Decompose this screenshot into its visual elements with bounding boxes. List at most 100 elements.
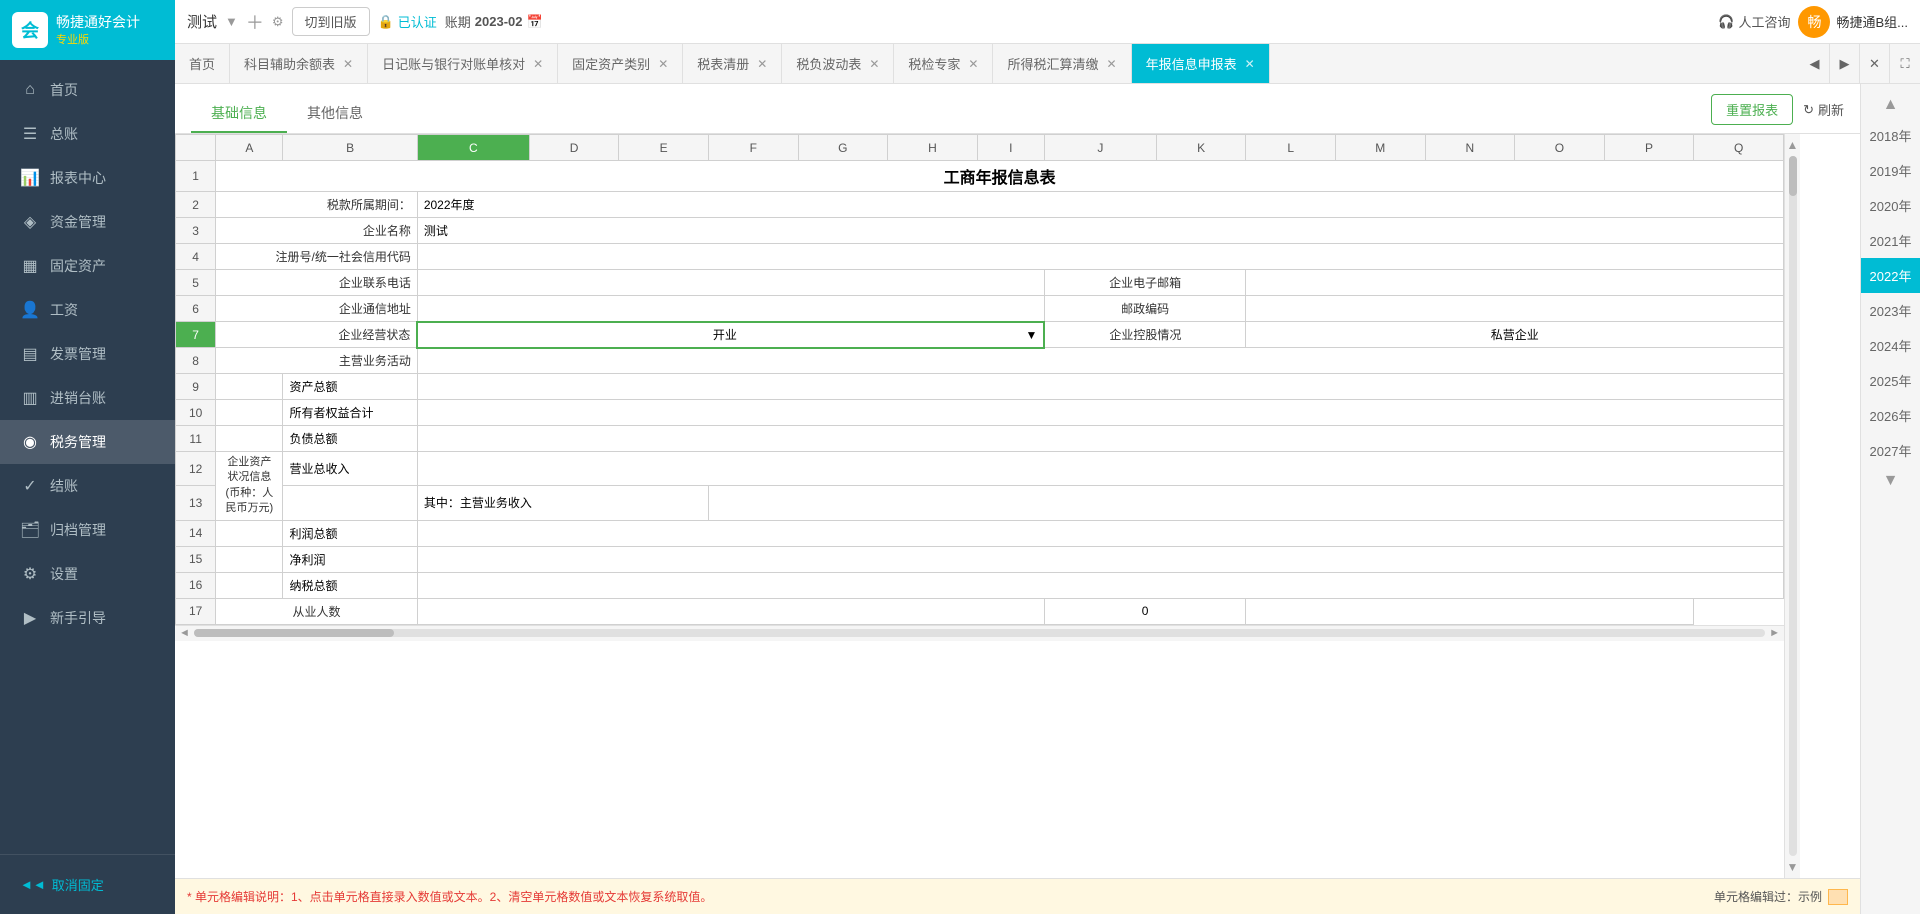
tab-journal-bank[interactable]: 日记账与银行对账单核对 ✕	[368, 44, 558, 83]
cell-7-control-label[interactable]: 企业控股情况	[1044, 322, 1246, 348]
cell-12-a[interactable]: 企业资产状况信息(币种：人民币万元)	[216, 452, 283, 521]
scroll-up-icon[interactable]: ▲	[1787, 138, 1799, 152]
horizontal-scrollbar[interactable]: ◄ ►	[175, 625, 1784, 641]
year-item-2021[interactable]: 2021年	[1863, 223, 1919, 258]
col-header-i[interactable]: I	[977, 135, 1044, 161]
sub-tab-other[interactable]: 其他信息	[287, 95, 383, 133]
tab-annual-report[interactable]: 年报信息申报表 ✕	[1132, 44, 1270, 83]
cell-2-label[interactable]: 税款所属期间：	[216, 192, 418, 218]
tab-close-icon[interactable]: ✕	[968, 57, 978, 71]
tab-close-icon[interactable]: ✕	[533, 57, 543, 71]
cell-15-b[interactable]: 净利润	[283, 546, 417, 572]
switch-to-old-button[interactable]: 切到旧版	[292, 7, 370, 36]
sidebar-item-assets[interactable]: ▦ 固定资产	[0, 244, 175, 288]
year-down-icon[interactable]: ▼	[1879, 468, 1903, 494]
cell-8-value[interactable]	[417, 348, 1783, 374]
cell-5-label[interactable]: 企业联系电话	[216, 270, 418, 296]
cell-6-label[interactable]: 企业通信地址	[216, 296, 418, 322]
tab-home[interactable]: 首页	[175, 44, 230, 83]
tab-fixed-assets-category[interactable]: 固定资产类别 ✕	[558, 44, 683, 83]
cell-6-address[interactable]	[417, 296, 1044, 322]
sidebar-item-inout[interactable]: ▥ 进销台账	[0, 376, 175, 420]
cell-15-value[interactable]	[417, 546, 1783, 572]
cell-9-value[interactable]	[417, 374, 1783, 400]
sidebar-item-ledger[interactable]: ☰ 总账	[0, 112, 175, 156]
refresh-button[interactable]: ↻ 刷新	[1803, 100, 1844, 119]
cell-12-value[interactable]	[417, 452, 1783, 486]
year-item-2027[interactable]: 2027年	[1863, 433, 1919, 468]
tab-tax-check[interactable]: 税检专家 ✕	[894, 44, 993, 83]
cell-5-phone[interactable]	[417, 270, 1044, 296]
cell-15-a[interactable]	[216, 546, 283, 572]
sidebar-item-reports[interactable]: 📊 报表中心	[0, 156, 175, 200]
sidebar-item-settings[interactable]: ⚙ 设置	[0, 552, 175, 596]
cell-6-postcode[interactable]	[1246, 296, 1784, 322]
topbar-add-button[interactable]: ＋	[246, 9, 264, 35]
col-header-n[interactable]: N	[1425, 135, 1515, 161]
col-header-j[interactable]: J	[1044, 135, 1156, 161]
cell-16-b[interactable]: 纳税总额	[283, 572, 417, 598]
col-header-e[interactable]: E	[619, 135, 709, 161]
scroll-down-icon[interactable]: ▼	[1787, 860, 1799, 874]
service-button[interactable]: 🎧 人工咨询	[1718, 12, 1790, 31]
cell-4-label[interactable]: 注册号/统一社会信用代码	[216, 244, 418, 270]
tab-next-button[interactable]: ▶	[1830, 44, 1860, 83]
cell-17-v1[interactable]	[417, 598, 1044, 624]
year-item-2019[interactable]: 2019年	[1863, 153, 1919, 188]
cell-14-value[interactable]	[417, 520, 1783, 546]
year-item-2020[interactable]: 2020年	[1863, 188, 1919, 223]
tab-close-icon[interactable]: ✕	[343, 57, 353, 71]
spreadsheet-container[interactable]: A B C D E F G H I J	[175, 134, 1784, 878]
cell-14-b[interactable]: 利润总额	[283, 520, 417, 546]
cell-14-a[interactable]	[216, 520, 283, 546]
tab-expand-button[interactable]: ⛶	[1890, 44, 1920, 83]
col-header-o[interactable]: O	[1515, 135, 1605, 161]
cell-11-b[interactable]: 负债总额	[283, 426, 417, 452]
cell-11-value[interactable]	[417, 426, 1783, 452]
cell-11-a[interactable]	[216, 426, 283, 452]
cell-5-email[interactable]	[1246, 270, 1784, 296]
sidebar-item-invoice[interactable]: ▤ 发票管理	[0, 332, 175, 376]
cell-13-value[interactable]	[708, 486, 1783, 520]
col-header-g[interactable]: G	[798, 135, 888, 161]
col-header-m[interactable]: M	[1335, 135, 1425, 161]
tab-subject-balance[interactable]: 科目辅助余额表 ✕	[230, 44, 368, 83]
dropdown-arrow-icon[interactable]: ▼	[1025, 328, 1037, 342]
tab-close-icon[interactable]: ✕	[757, 57, 767, 71]
cell-title[interactable]: 工商年报信息表	[216, 161, 1784, 192]
sidebar-item-tax[interactable]: ◉ 税务管理	[0, 420, 175, 464]
tab-income-tax[interactable]: 所得税汇算清缴 ✕	[993, 44, 1131, 83]
cell-10-b[interactable]: 所有者权益合计	[283, 400, 417, 426]
cell-9-a[interactable]	[216, 374, 283, 400]
cell-16-value[interactable]	[417, 572, 1783, 598]
tab-tax-fluctuation[interactable]: 税负波动表 ✕	[782, 44, 894, 83]
vertical-scrollbar[interactable]: ▲ ▼	[1784, 134, 1800, 878]
year-item-2023[interactable]: 2023年	[1863, 293, 1919, 328]
year-up-icon[interactable]: ▲	[1879, 92, 1903, 118]
cell-5-email-label[interactable]: 企业电子邮箱	[1044, 270, 1246, 296]
col-header-a[interactable]: A	[216, 135, 283, 161]
sidebar-item-funds[interactable]: ◈ 资金管理	[0, 200, 175, 244]
cell-8-label[interactable]: 主营业务活动	[216, 348, 418, 374]
cell-10-value[interactable]	[417, 400, 1783, 426]
col-header-h[interactable]: H	[888, 135, 978, 161]
year-item-2025[interactable]: 2025年	[1863, 363, 1919, 398]
col-header-k[interactable]: K	[1156, 135, 1246, 161]
sub-tab-basic[interactable]: 基础信息	[191, 95, 287, 133]
cell-17-v3[interactable]	[1246, 598, 1694, 624]
cell-6-postcode-label[interactable]: 邮政编码	[1044, 296, 1246, 322]
col-header-l[interactable]: L	[1246, 135, 1336, 161]
tab-close-all-button[interactable]: ✕	[1860, 44, 1890, 83]
cell-7-label[interactable]: 企业经营状态	[216, 322, 418, 348]
sidebar-item-archive[interactable]: 🗂 归档管理	[0, 508, 175, 552]
col-header-b[interactable]: B	[283, 135, 417, 161]
col-header-f[interactable]: F	[708, 135, 798, 161]
sidebar-pin-button[interactable]: ◄◄ 取消固定	[0, 865, 175, 904]
cell-9-b[interactable]: 资产总额	[283, 374, 417, 400]
cell-16-a[interactable]	[216, 572, 283, 598]
tab-prev-button[interactable]: ◀	[1800, 44, 1830, 83]
cell-3-label[interactable]: 企业名称	[216, 218, 418, 244]
tab-tax-table[interactable]: 税表清册 ✕	[683, 44, 782, 83]
cell-13-c[interactable]: 其中：主营业务收入	[417, 486, 708, 520]
cell-7-control-value[interactable]: 私营企业	[1246, 322, 1784, 348]
